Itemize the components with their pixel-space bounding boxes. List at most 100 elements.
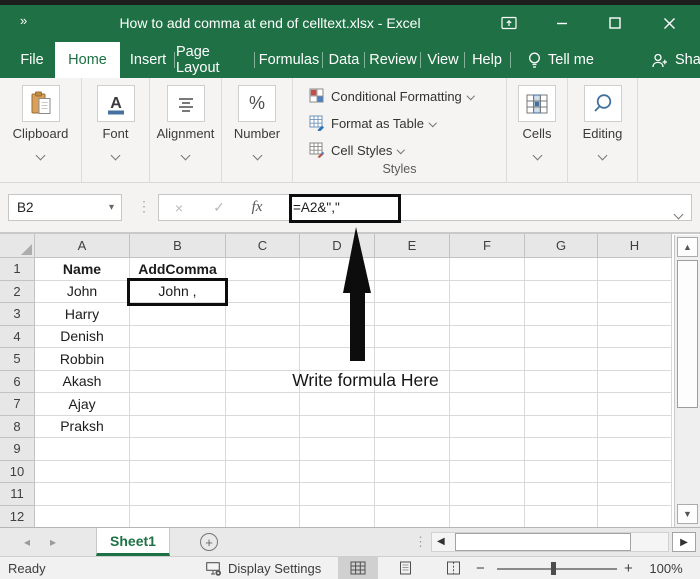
clipboard-group[interactable]: Clipboard [0, 78, 82, 182]
cell-D3[interactable] [300, 303, 375, 326]
chevron-down-icon[interactable] [110, 146, 121, 164]
cell-D5[interactable] [300, 348, 375, 371]
cell-H8[interactable] [598, 415, 672, 438]
zoom-out-button[interactable]: − [476, 560, 485, 577]
cell-F12[interactable] [450, 505, 525, 527]
chevron-down-icon[interactable] [252, 146, 262, 164]
cell-F2[interactable] [450, 280, 525, 303]
tab-data[interactable]: Data [324, 42, 364, 78]
percent-icon[interactable]: % [238, 85, 276, 122]
tab-review[interactable]: Review [366, 42, 420, 78]
cell-G2[interactable] [525, 280, 598, 303]
cell-H9[interactable] [598, 438, 672, 461]
cell-B11[interactable] [130, 483, 226, 506]
enter-icon[interactable]: ✓ [199, 199, 239, 216]
cell-A10[interactable] [35, 460, 130, 483]
cell-D11[interactable] [300, 483, 375, 506]
sheet-nav-right-icon[interactable]: ▸ [50, 535, 56, 549]
cancel-icon[interactable]: × [159, 200, 199, 216]
scroll-right-icon[interactable]: ▶ [672, 532, 696, 552]
cell-E7[interactable] [375, 393, 450, 416]
cell-C9[interactable] [226, 438, 300, 461]
page-layout-view-button[interactable] [390, 557, 420, 579]
cell-E5[interactable] [375, 348, 450, 371]
scroll-up-icon[interactable]: ▲ [677, 237, 698, 257]
cell-G10[interactable] [525, 460, 598, 483]
cell-B6[interactable] [130, 370, 226, 393]
vertical-scroll-thumb[interactable] [677, 260, 698, 408]
row-header-3[interactable]: 3 [0, 303, 35, 326]
cell-A9[interactable] [35, 438, 130, 461]
row-header-8[interactable]: 8 [0, 415, 35, 438]
chevron-down-icon[interactable] [597, 146, 608, 164]
cell-G7[interactable] [525, 393, 598, 416]
cells-group[interactable]: Cells [507, 78, 568, 182]
cell-E3[interactable] [375, 303, 450, 326]
cell-D2[interactable] [300, 280, 375, 303]
ribbon-display-options-icon[interactable] [496, 11, 522, 35]
cell-B8[interactable] [130, 415, 226, 438]
display-settings-button[interactable]: Display Settings [205, 559, 321, 578]
column-header-E[interactable]: E [375, 234, 450, 258]
chevron-down-icon[interactable] [35, 146, 46, 164]
zoom-level[interactable]: 100% [641, 561, 691, 576]
cell-C8[interactable] [226, 415, 300, 438]
row-header-7[interactable]: 7 [0, 393, 35, 416]
cell-C12[interactable] [226, 505, 300, 527]
scroll-down-icon[interactable]: ▼ [677, 504, 698, 524]
cell-H6[interactable] [598, 370, 672, 393]
cell-A4[interactable]: Denish [35, 325, 130, 348]
row-header-1[interactable]: 1 [0, 258, 35, 281]
insert-function-icon[interactable]: fx [239, 199, 275, 216]
name-box-dropdown-icon[interactable]: ▾ [109, 202, 114, 213]
tab-file[interactable]: File [10, 42, 54, 78]
cell-F8[interactable] [450, 415, 525, 438]
cell-B4[interactable] [130, 325, 226, 348]
cell-C4[interactable] [226, 325, 300, 348]
formula-bar[interactable]: × ✓ fx =A2&"," [158, 194, 692, 221]
cell-E1[interactable] [375, 258, 450, 281]
chevron-down-icon[interactable] [180, 146, 191, 164]
row-header-11[interactable]: 11 [0, 483, 35, 506]
cell-D8[interactable] [300, 415, 375, 438]
row-header-9[interactable]: 9 [0, 438, 35, 461]
cell-G5[interactable] [525, 348, 598, 371]
number-group[interactable]: % Number [222, 78, 293, 182]
cell-H12[interactable] [598, 505, 672, 527]
tab-formulas[interactable]: Formulas [256, 42, 322, 78]
cell-A11[interactable] [35, 483, 130, 506]
select-all-corner[interactable] [0, 234, 35, 258]
cell-C3[interactable] [226, 303, 300, 326]
cell-E8[interactable] [375, 415, 450, 438]
cell-C10[interactable] [226, 460, 300, 483]
cell-C11[interactable] [226, 483, 300, 506]
cell-A6[interactable]: Akash [35, 370, 130, 393]
column-header-H[interactable]: H [598, 234, 672, 258]
row-header-4[interactable]: 4 [0, 325, 35, 348]
font-group[interactable]: A Font [82, 78, 150, 182]
cell-H10[interactable] [598, 460, 672, 483]
cell-A5[interactable]: Robbin [35, 348, 130, 371]
row-header-6[interactable]: 6 [0, 370, 35, 393]
cells-icon[interactable] [518, 85, 556, 122]
cell-H2[interactable] [598, 280, 672, 303]
cell-G9[interactable] [525, 438, 598, 461]
cell-A7[interactable]: Ajay [35, 393, 130, 416]
cell-G11[interactable] [525, 483, 598, 506]
cell-C1[interactable] [226, 258, 300, 281]
cell-F5[interactable] [450, 348, 525, 371]
cell-F7[interactable] [450, 393, 525, 416]
clipboard-icon[interactable] [21, 85, 60, 122]
tell-me-button[interactable]: Tell me [527, 42, 594, 78]
cell-E11[interactable] [375, 483, 450, 506]
sheet-tab-sheet1[interactable]: Sheet1 [96, 528, 170, 556]
cell-B12[interactable] [130, 505, 226, 527]
column-header-G[interactable]: G [525, 234, 598, 258]
cell-C7[interactable] [226, 393, 300, 416]
cell-B3[interactable] [130, 303, 226, 326]
column-header-D[interactable]: D [300, 234, 375, 258]
cell-A1[interactable]: Name [35, 258, 130, 281]
row-header-10[interactable]: 10 [0, 460, 35, 483]
conditional-formatting-button[interactable]: Conditional Formatting [309, 86, 475, 106]
cell-C2[interactable] [226, 280, 300, 303]
